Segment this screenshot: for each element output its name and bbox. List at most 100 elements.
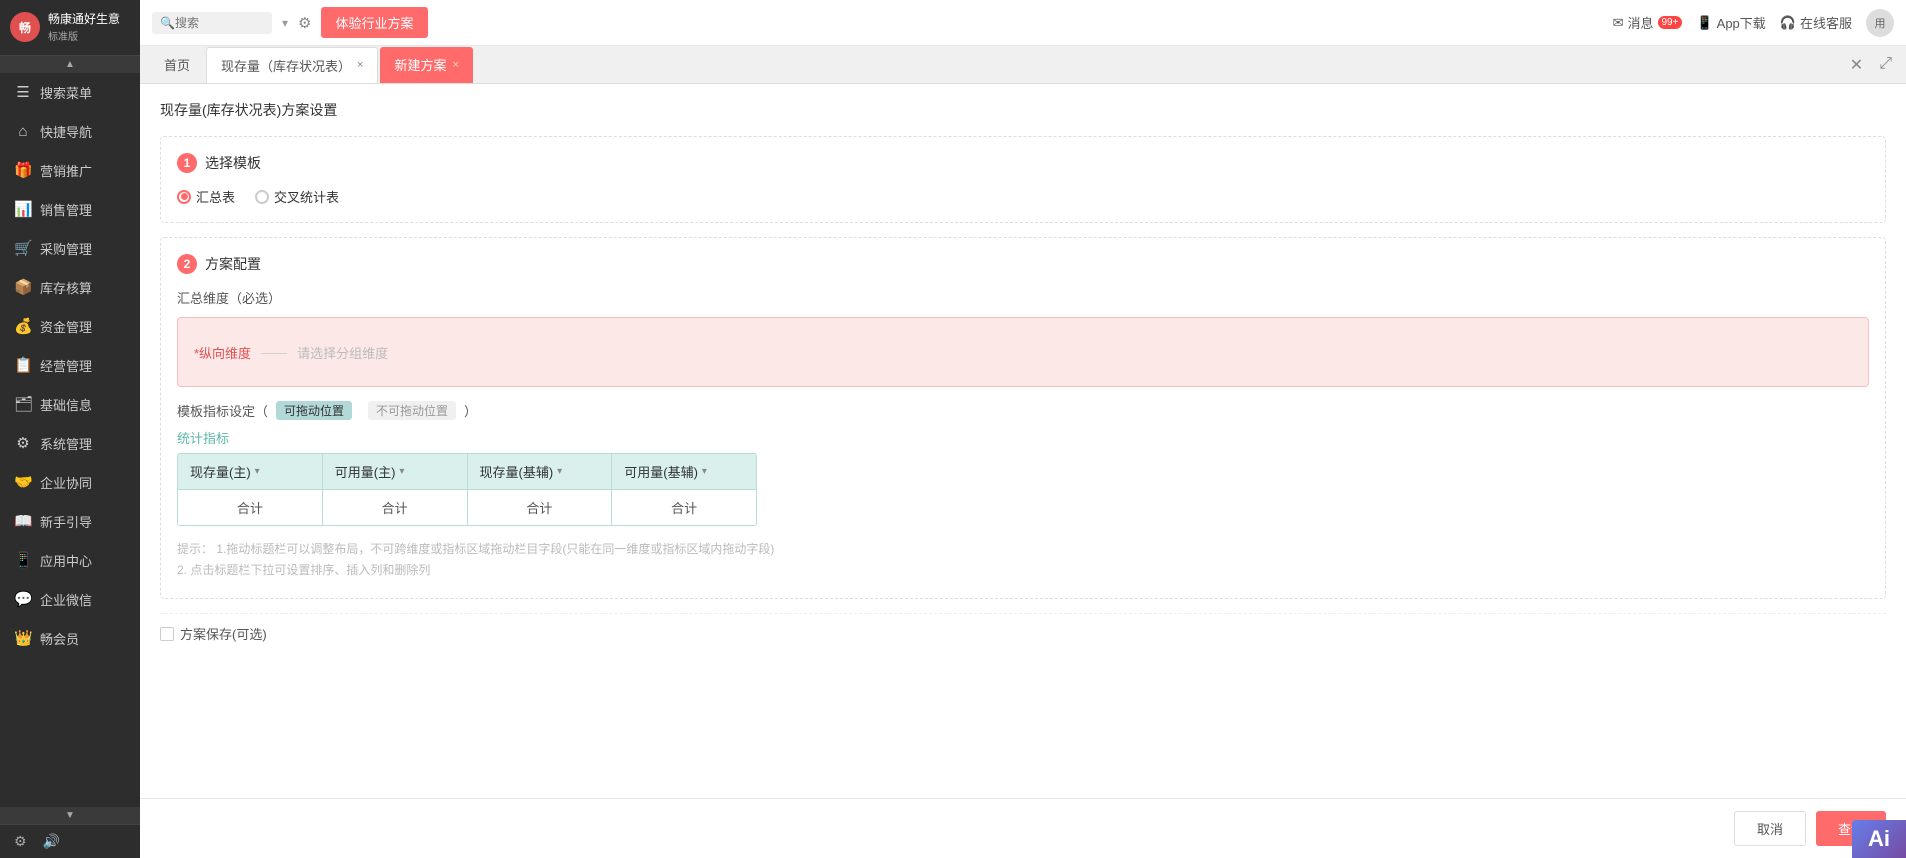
tab-label-home: 首页	[164, 55, 190, 74]
sidebar-label-finance: 资金管理	[40, 317, 92, 336]
indicator-settings: 模板指标设定（ 可拖动位置 不可拖动位置 ）	[177, 401, 1869, 420]
sidebar-item-member[interactable]: 👑 畅会员	[0, 619, 140, 658]
search-box[interactable]: 🔍	[152, 12, 272, 34]
tip-text: 提示： 1.拖动标题栏可以调整布局，不可跨维度或指标区域拖动栏目字段(只能在同一…	[177, 540, 1869, 557]
sidebar-icon-operation: 📋	[14, 356, 32, 374]
cancel-button[interactable]: 取消	[1734, 811, 1806, 846]
settings-icon[interactable]: ⚙	[14, 833, 27, 850]
topbar-right: ✉ 消息 99+ 📱 App下载 🎧 在线客服 用	[1613, 9, 1894, 37]
save-checkbox[interactable]	[160, 627, 174, 641]
sidebar-scroll-up[interactable]: ▲	[0, 56, 140, 73]
dimension-section-label: 汇总维度（必选）	[177, 288, 1869, 307]
step1-badge: 1	[177, 153, 197, 173]
dimension-dash: ——	[261, 345, 287, 360]
message-icon: ✉	[1613, 15, 1624, 31]
sidebar-item-quick-nav[interactable]: ⌂快捷导航	[0, 112, 140, 151]
sidebar-label-operation: 经营管理	[40, 356, 92, 375]
template-options: 汇总表 交叉统计表	[177, 187, 1869, 206]
tips: 提示： 1.拖动标题栏可以调整布局，不可跨维度或指标区域拖动栏目字段(只能在同一…	[177, 540, 1869, 578]
stat-col-1[interactable]: 可用量(主)▾	[323, 454, 468, 489]
search-icon: 🔍	[160, 16, 175, 30]
app-download-label: App下载	[1717, 13, 1766, 32]
sidebar-item-basic-info[interactable]: 🗂基础信息	[0, 385, 140, 424]
dimension-area[interactable]: *纵向维度 —— 请选择分组维度	[177, 317, 1869, 387]
sidebar-item-finance[interactable]: 💰资金管理	[0, 307, 140, 346]
sidebar-nav: ☰搜索菜单⌂快捷导航🎁营销推广📊销售管理 🛒 采购管理 📦 库存核算 💰资金管理 📋 经营管理…	[0, 73, 140, 807]
sidebar-item-app-center[interactable]: 📱应用中心	[0, 541, 140, 580]
user-avatar[interactable]: 用	[1866, 9, 1894, 37]
template-option-summary[interactable]: 汇总表	[177, 187, 235, 206]
tab-label-inventory-status: 现存量（库存状况表）	[221, 56, 351, 75]
dimension-label: *纵向维度	[194, 343, 251, 362]
sidebar-icon-purchase: 🛒	[14, 239, 32, 257]
stat-col-0[interactable]: 现存量(主)▾	[178, 454, 323, 489]
message-btn[interactable]: ✉ 消息 99+	[1613, 13, 1683, 32]
sidebar-icon-inventory: 📦	[14, 278, 32, 296]
tab-close-inventory-status[interactable]: ×	[357, 59, 363, 71]
stat-col-label-3: 可用量(基辅)	[624, 462, 698, 481]
ai-badge: Ai	[1852, 820, 1906, 858]
col-dropdown-icon-2[interactable]: ▾	[557, 466, 562, 477]
nodrag-badge: 不可拖动位置	[368, 401, 456, 420]
tab-home[interactable]: 首页	[150, 47, 204, 83]
stat-col-2[interactable]: 现存量(基辅)▾	[468, 454, 613, 489]
sidebar-icon-basic-info: 🗂	[14, 395, 32, 413]
radio-cross	[255, 190, 269, 204]
sidebar-icon-newbie: 📖	[14, 512, 32, 530]
template-option-cross[interactable]: 交叉统计表	[255, 187, 339, 206]
stat-cell-1: 合计	[323, 490, 468, 525]
sidebar-label-search-menu: 搜索菜单	[40, 83, 92, 102]
sidebar-icon-marketing: 🎁	[14, 161, 32, 179]
col-dropdown-icon-1[interactable]: ▾	[399, 466, 404, 477]
sidebar-item-sales[interactable]: 📊销售管理	[0, 190, 140, 229]
close-window-icon[interactable]: ✕	[1846, 53, 1867, 77]
col-dropdown-icon-0[interactable]: ▾	[255, 466, 260, 477]
online-service-btn[interactable]: 🎧 在线客服	[1780, 13, 1852, 32]
stat-col-label-1: 可用量(主)	[335, 462, 396, 481]
message-label: 消息	[1627, 13, 1653, 32]
sidebar-item-enterprise[interactable]: 🤝企业协同	[0, 463, 140, 502]
tab-label-new-plan: 新建方案	[394, 55, 446, 74]
sidebar-item-system[interactable]: ⚙系统管理	[0, 424, 140, 463]
stat-section-label: 统计指标	[177, 428, 1869, 447]
sidebar-label-member: 畅会员	[40, 629, 79, 648]
stat-col-3[interactable]: 可用量(基辅) ▾	[612, 454, 756, 489]
gear-icon[interactable]: ⚙	[298, 14, 311, 32]
tab-close-new-plan[interactable]: ×	[452, 59, 458, 71]
sidebar-label-inventory: 库存核算	[40, 278, 92, 297]
sidebar-item-newbie[interactable]: 📖 新手引导	[0, 502, 140, 541]
sidebar-icon-enterprise: 🤝	[14, 473, 32, 491]
sidebar-item-operation[interactable]: 📋 经营管理	[0, 346, 140, 385]
sidebar-icon-quick-nav: ⌂	[14, 123, 32, 140]
sidebar-item-inventory[interactable]: 📦 库存核算	[0, 268, 140, 307]
tip-text: 2. 点击标题栏下拉可设置排序、插入列和删除列	[177, 561, 1869, 578]
search-input[interactable]	[175, 16, 255, 30]
sidebar-footer: ⚙ 🔊	[0, 824, 140, 858]
sidebar-item-marketing[interactable]: 🎁营销推广	[0, 151, 140, 190]
sidebar-label-newbie: 新手引导	[40, 512, 92, 531]
stat-cell-3: 合计	[612, 490, 756, 525]
expand-icon[interactable]: ⤢	[1875, 53, 1896, 77]
content-area: 现存量(库存状况表)方案设置 1 选择模板 汇总表交叉统计表 2 方案配置 汇总…	[140, 84, 1906, 798]
col-dropdown-icon-3[interactable]: ▾	[702, 466, 707, 477]
sidebar-item-search-menu[interactable]: ☰搜索菜单	[0, 73, 140, 112]
tab-new-plan[interactable]: 新建方案 ×	[380, 47, 472, 83]
stat-table-header: 现存量(主)▾可用量(主)▾现存量(基辅)▾可用量(基辅)▾	[178, 454, 756, 489]
sidebar-item-wechat[interactable]: 💬企业微信	[0, 580, 140, 619]
app-logo: 畅	[10, 12, 40, 42]
sidebar-icon-sales: 📊	[14, 200, 32, 218]
sidebar-item-purchase[interactable]: 🛒 采购管理	[0, 229, 140, 268]
step1-title: 选择模板	[205, 153, 261, 173]
app-download-btn[interactable]: 📱 App下载	[1696, 13, 1765, 32]
topbar: 🔍 ▾ ⚙ 体验行业方案 ✉ 消息 99+ 📱 App下载 🎧 在线客服 用	[140, 0, 1906, 46]
dropdown-icon[interactable]: ▾	[282, 16, 288, 30]
tab-inventory-status[interactable]: 现存量（库存状况表） ×	[206, 47, 378, 83]
sidebar-icon-wechat: 💬	[14, 590, 32, 608]
sidebar-scroll-down[interactable]: ▼	[0, 807, 140, 824]
sidebar-label-purchase: 采购管理	[40, 239, 92, 258]
sidebar-label-system: 系统管理	[40, 434, 92, 453]
page-title: 现存量(库存状况表)方案设置	[160, 100, 1886, 120]
sound-icon[interactable]: 🔊	[43, 833, 60, 850]
sidebar-icon-member: 👑	[14, 629, 32, 647]
trial-button[interactable]: 体验行业方案	[321, 7, 427, 38]
